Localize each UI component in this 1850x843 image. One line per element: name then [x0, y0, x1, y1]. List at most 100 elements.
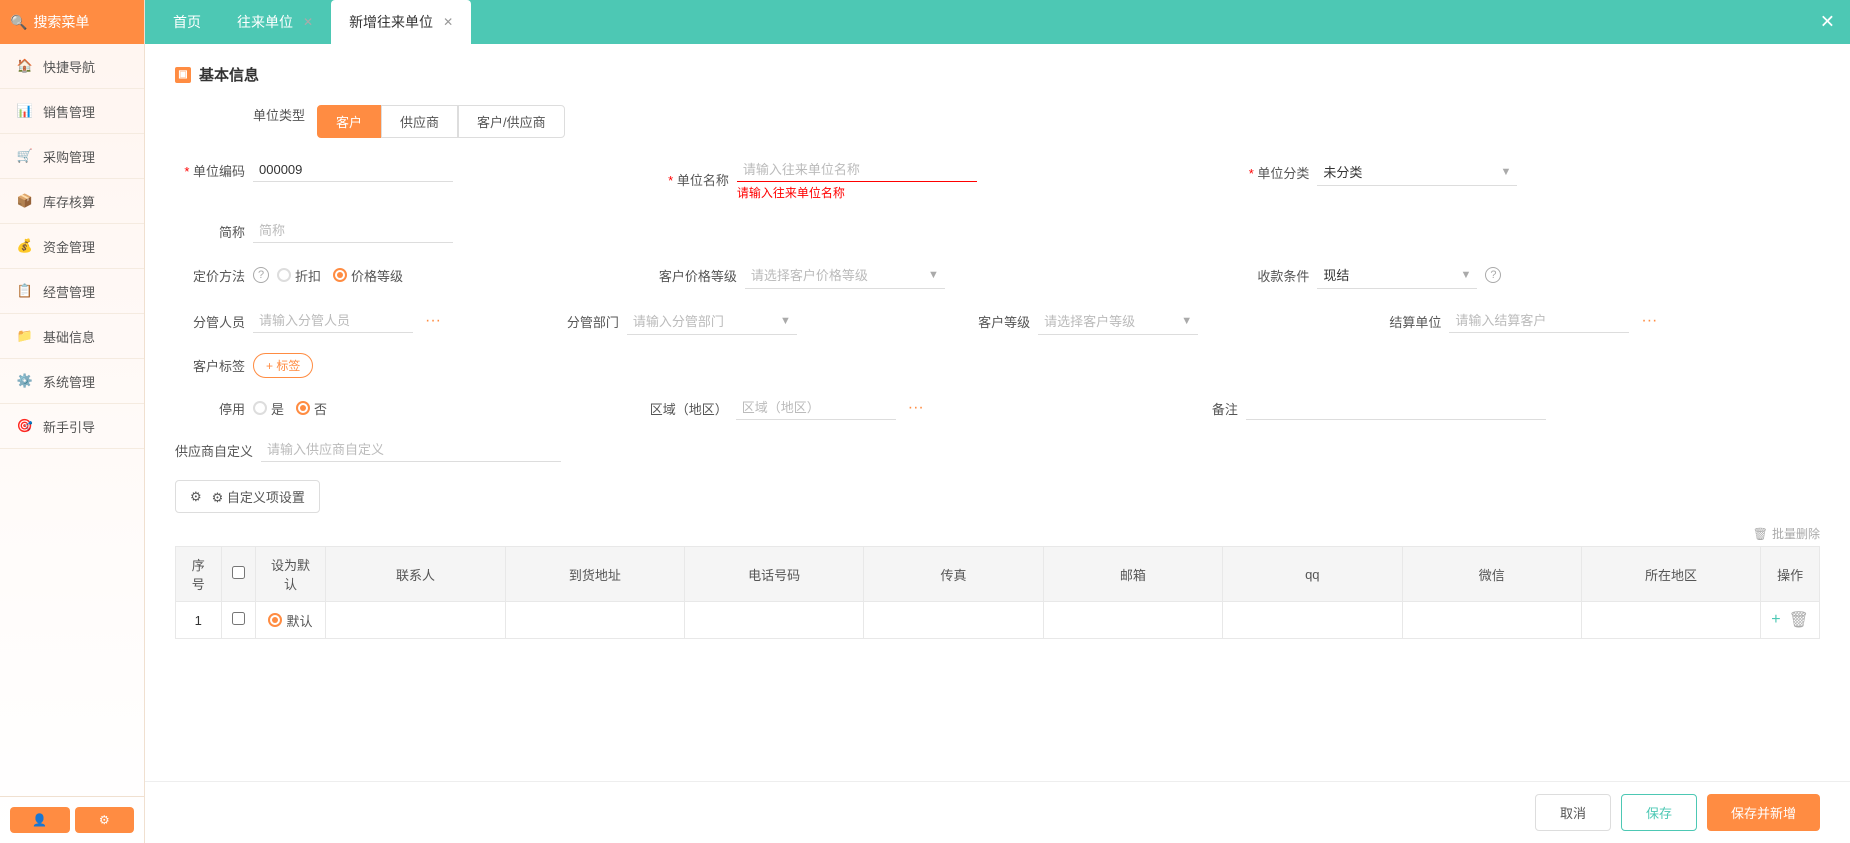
payment-terms-chevron: ▼	[1461, 269, 1472, 281]
field-customer-price: 客户价格等级 请选择客户价格等级 ▼	[659, 261, 1240, 289]
add-row-btn[interactable]: +	[1771, 611, 1780, 629]
pricing-method-label: 定价方法	[175, 266, 245, 285]
batch-delete-area[interactable]: 🗑 批量删除	[175, 525, 1820, 542]
save-button[interactable]: 保存	[1621, 794, 1697, 831]
tab-new-counterpart[interactable]: 新增往来单位 ✕	[331, 0, 471, 44]
delete-row-btn[interactable]: 🗑	[1789, 610, 1809, 630]
supplier-custom-input[interactable]	[261, 438, 561, 462]
search-menu[interactable]: 🔍 搜索菜单	[0, 0, 144, 44]
notes-input[interactable]	[1246, 396, 1546, 420]
sidebar-item-sales[interactable]: 📊 销售管理	[0, 89, 144, 134]
row-default-radio[interactable]: 默认	[266, 611, 316, 630]
cell-address[interactable]	[505, 602, 684, 639]
payment-terms-help-icon[interactable]: ?	[1485, 267, 1501, 283]
tab-counterparts[interactable]: 往来单位 ✕	[219, 0, 331, 44]
settlement-more-btn[interactable]: ···	[1637, 312, 1661, 330]
field-supplier-custom: 供应商自定义	[175, 438, 1820, 462]
unit-code-label: 单位编码	[175, 161, 245, 180]
manager-input[interactable]	[253, 309, 413, 333]
radio-disabled-yes[interactable]: 是	[253, 399, 284, 418]
operations-icon: 📋	[15, 281, 35, 301]
tag-add-button[interactable]: + 标签	[253, 353, 313, 378]
location-input[interactable]	[1592, 613, 1750, 628]
unit-type-label: 单位类型	[235, 105, 305, 124]
unit-type-both[interactable]: 客户/供应商	[458, 105, 565, 138]
customer-price-select[interactable]: 请选择客户价格等级 ▼	[745, 261, 945, 289]
close-all-btn[interactable]: ✕	[1820, 12, 1835, 33]
field-manager: 分管人员 ···	[175, 309, 549, 333]
sidebar-item-operations[interactable]: 📋 经营管理	[0, 269, 144, 314]
field-notes: 备注	[1168, 396, 1820, 420]
sidebar-item-quick-nav[interactable]: 🏠 快捷导航	[0, 44, 144, 89]
radio-disabled-no[interactable]: 否	[296, 399, 327, 418]
sidebar-item-system[interactable]: ⚙️ 系统管理	[0, 359, 144, 404]
col-seq: 序号	[176, 547, 222, 602]
tab-counterparts-close[interactable]: ✕	[303, 15, 313, 29]
fax-input[interactable]	[874, 613, 1032, 628]
region-input[interactable]	[736, 396, 896, 420]
col-fax: 传真	[864, 547, 1043, 602]
qq-input[interactable]	[1233, 613, 1392, 628]
unit-category-select[interactable]: 未分类 ▼	[1317, 158, 1517, 186]
unit-name-input[interactable]	[737, 158, 977, 182]
phone-input[interactable]	[695, 613, 853, 628]
field-settlement: 结算单位 ···	[1371, 309, 1820, 333]
email-input[interactable]	[1054, 613, 1212, 628]
unit-type-customer[interactable]: 客户	[317, 105, 381, 138]
region-more-btn[interactable]: ···	[904, 399, 928, 417]
col-check	[221, 547, 255, 602]
sidebar-item-basic[interactable]: 📁 基础信息	[0, 314, 144, 359]
cell-fax[interactable]	[864, 602, 1043, 639]
sidebar-item-finance[interactable]: 💰 资金管理	[0, 224, 144, 269]
unit-type-supplier[interactable]: 供应商	[381, 105, 458, 138]
cancel-button[interactable]: 取消	[1535, 794, 1611, 831]
unit-code-input[interactable]	[253, 158, 453, 182]
save-new-button[interactable]: 保存并新增	[1707, 794, 1820, 831]
cell-phone[interactable]	[685, 602, 864, 639]
radio-price-level[interactable]: 价格等级	[333, 266, 403, 285]
unit-name-wrapper: 请输入往来单位名称	[737, 158, 977, 201]
cell-wechat[interactable]	[1402, 602, 1581, 639]
pricing-radio-group: 折扣 价格等级	[277, 266, 403, 285]
sidebar-item-purchase[interactable]: 🛒 采购管理	[0, 134, 144, 179]
col-address: 到货地址	[505, 547, 684, 602]
inventory-icon: 📦	[15, 191, 35, 211]
radio-discount-circle	[277, 268, 291, 282]
radio-discount[interactable]: 折扣	[277, 266, 321, 285]
custom-settings-button[interactable]: ⚙ ⚙ 自定义项设置	[175, 480, 320, 513]
settlement-input[interactable]	[1449, 309, 1629, 333]
finance-icon: 💰	[15, 236, 35, 256]
payment-terms-select[interactable]: 现结 ▼	[1317, 261, 1477, 289]
department-select[interactable]: 请输入分管部门 ▼	[627, 307, 797, 335]
cell-email[interactable]	[1043, 602, 1222, 639]
col-action: 操作	[1761, 547, 1820, 602]
sidebar-user-btn[interactable]: 👤	[10, 807, 70, 833]
payment-terms-label: 收款条件	[1239, 266, 1309, 285]
field-unit-code: 单位编码	[175, 158, 659, 182]
col-phone: 电话号码	[685, 547, 864, 602]
wechat-input[interactable]	[1413, 613, 1571, 628]
contact-input[interactable]	[336, 613, 494, 628]
customer-level-select[interactable]: 请选择客户等级 ▼	[1038, 307, 1198, 335]
tab-home[interactable]: 首页	[155, 0, 219, 44]
row-short-name: 简称	[175, 219, 1820, 243]
address-input[interactable]	[516, 613, 674, 628]
cell-location[interactable]	[1581, 602, 1760, 639]
unit-cat-chevron: ▼	[1501, 166, 1512, 178]
tab-new-counterpart-close[interactable]: ✕	[443, 15, 453, 29]
cell-contact[interactable]	[326, 602, 505, 639]
short-name-input[interactable]	[253, 219, 453, 243]
select-all-checkbox[interactable]	[232, 566, 245, 579]
pricing-help-icon[interactable]: ?	[253, 267, 269, 283]
cell-qq[interactable]	[1223, 602, 1403, 639]
disabled-radio-group: 是 否	[253, 399, 327, 418]
sidebar-item-newbie[interactable]: 🎯 新手引导	[0, 404, 144, 449]
customer-price-label: 客户价格等级	[659, 266, 737, 285]
disabled-label: 停用	[175, 399, 245, 418]
sidebar-item-inventory[interactable]: 📦 库存核算	[0, 179, 144, 224]
sidebar-settings-btn[interactable]: ⚙	[75, 807, 135, 833]
radio-no-circle	[296, 401, 310, 415]
manager-more-btn[interactable]: ···	[421, 312, 445, 330]
row-checkbox[interactable]	[232, 612, 245, 625]
col-email: 邮箱	[1043, 547, 1222, 602]
